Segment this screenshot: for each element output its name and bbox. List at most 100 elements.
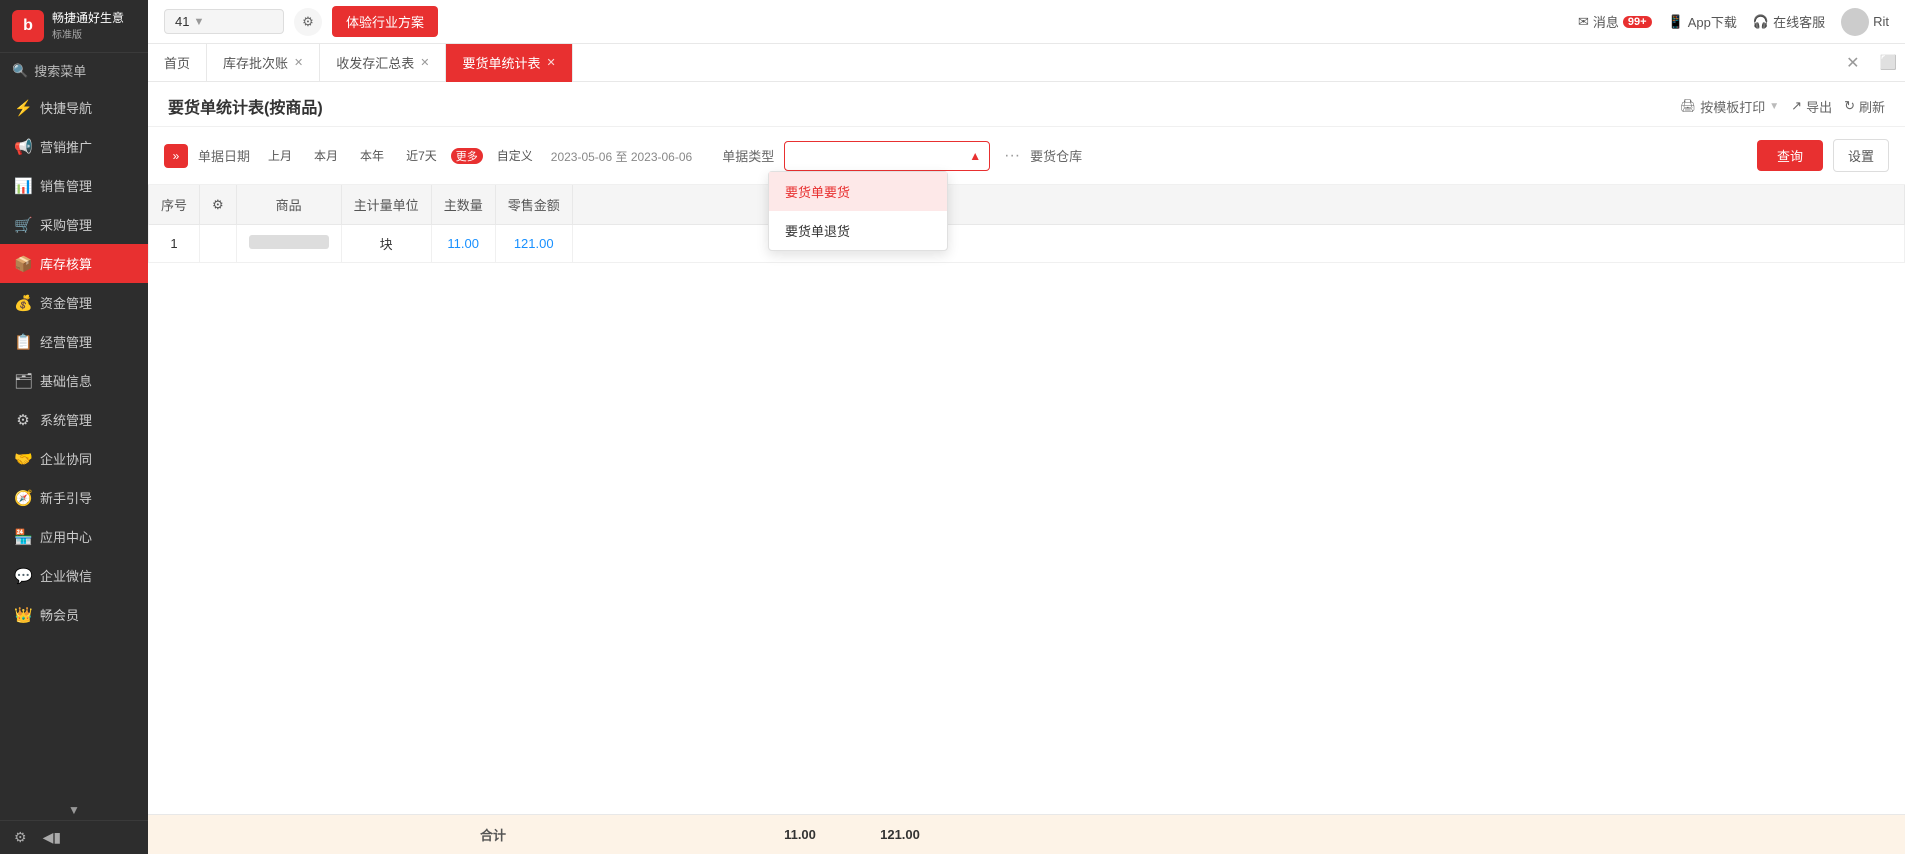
- sidebar-nav: ⚡ 快捷导航 📢 营销推广 📊 销售管理 🛒 采购管理 📦 库存核算 💰 资金管…: [0, 88, 148, 800]
- sidebar-item-operation[interactable]: 📋 经营管理: [0, 322, 148, 361]
- page-content: 要货单统计表(按商品) 🖨 按模板打印 ▼ ↗ 导出 ↻ 刷新: [148, 82, 1905, 854]
- sidebar-item-label: 应用中心: [40, 527, 92, 546]
- sales-icon: 📊: [14, 177, 32, 195]
- date-btn-last-month[interactable]: 上月: [260, 145, 300, 166]
- sidebar-item-label: 营销推广: [40, 137, 92, 156]
- sidebar-item-label: 系统管理: [40, 410, 92, 429]
- user-profile[interactable]: Rit: [1841, 8, 1889, 36]
- refresh-icon: ↻: [1844, 98, 1855, 114]
- tab-request-summary[interactable]: 要货单统计表 ✕: [446, 44, 572, 82]
- app-download-action[interactable]: 📱 App下载: [1668, 12, 1737, 31]
- tab-batch-stock-label: 库存批次账: [223, 53, 288, 72]
- type-select-wrapper[interactable]: ▲: [784, 141, 990, 171]
- dropdown-item-1[interactable]: 要货单退货: [769, 211, 947, 250]
- sidebar-item-system[interactable]: ⚙ 系统管理: [0, 400, 148, 439]
- sidebar-item-basic[interactable]: 🗂 基础信息: [0, 361, 148, 400]
- user-name: Rit: [1873, 14, 1889, 29]
- sidebar-item-vip[interactable]: 👑 畅会员: [0, 595, 148, 634]
- sidebar-item-label: 企业微信: [40, 566, 92, 585]
- app-name: 畅捷通好生意: [52, 11, 124, 27]
- sidebar-bottom: ⚙ ◀▮: [0, 820, 148, 854]
- col-amount: 零售金额: [495, 185, 572, 225]
- refresh-btn[interactable]: ↻ 刷新: [1844, 97, 1885, 116]
- dropdown-item-0[interactable]: 要货单要货: [769, 172, 947, 211]
- topbar-settings-btn[interactable]: ⚙: [294, 8, 322, 36]
- sidebar-item-quick-nav[interactable]: ⚡ 快捷导航: [0, 88, 148, 127]
- table-footer: 合计 11.00 121.00: [148, 814, 1905, 854]
- tab-batch-stock-close[interactable]: ✕: [294, 56, 303, 69]
- sidebar-item-label: 销售管理: [40, 176, 92, 195]
- collapse-icon[interactable]: ◀▮: [43, 829, 61, 846]
- tabbar-close-all[interactable]: ✕: [1834, 53, 1871, 73]
- export-btn[interactable]: ↗ 导出: [1791, 97, 1832, 116]
- print-btn[interactable]: 🖨 按模板打印 ▼: [1680, 97, 1779, 116]
- export-icon: ↗: [1791, 98, 1802, 114]
- type-select-input[interactable]: [793, 148, 969, 163]
- cell-index: 1: [149, 225, 200, 263]
- query-btn[interactable]: 查询: [1757, 140, 1823, 171]
- cell-product: [236, 225, 341, 263]
- filter-expand-btn[interactable]: »: [164, 144, 188, 168]
- tab-request-summary-close[interactable]: ✕: [547, 56, 556, 69]
- sidebar-scroll-down[interactable]: ▼: [0, 800, 148, 820]
- search-icon: 🔍: [12, 63, 28, 79]
- trial-btn[interactable]: 体验行业方案: [332, 6, 438, 37]
- more-date-badge[interactable]: 更多: [451, 148, 483, 164]
- filter-more-btn[interactable]: ···: [1004, 147, 1020, 165]
- tab-receive-summary-label: 收发存汇总表: [336, 53, 414, 72]
- sidebar-item-label: 企业协同: [40, 449, 92, 468]
- quick-nav-icon: ⚡: [14, 99, 32, 117]
- messages-action[interactable]: ✉ 消息 99+: [1578, 12, 1652, 31]
- sidebar-item-inventory[interactable]: 📦 库存核算: [0, 244, 148, 283]
- tab-receive-summary-close[interactable]: ✕: [420, 56, 429, 69]
- col-product: 商品: [236, 185, 341, 225]
- col-unit: 主计量单位: [341, 185, 431, 225]
- marketing-icon: 📢: [14, 138, 32, 156]
- system-icon: ⚙: [14, 411, 32, 429]
- sidebar-item-appstore[interactable]: 🏪 应用中心: [0, 517, 148, 556]
- date-label: 单据日期: [198, 146, 250, 165]
- sidebar-item-purchase[interactable]: 🛒 采购管理: [0, 205, 148, 244]
- sidebar-item-collab[interactable]: 🤝 企业协同: [0, 439, 148, 478]
- date-range-block: 2023-05-06 至 2023-06-06: [551, 146, 692, 165]
- date-btn-this-month[interactable]: 本月: [306, 145, 346, 166]
- operation-icon: 📋: [14, 333, 32, 351]
- col-settings[interactable]: ⚙: [200, 185, 237, 225]
- date-range-text: 2023-05-06 至 2023-06-06: [551, 148, 692, 165]
- sidebar-item-finance[interactable]: 💰 资金管理: [0, 283, 148, 322]
- quantity-link[interactable]: 11.00: [447, 236, 479, 251]
- cell-unit: 块: [341, 225, 431, 263]
- inventory-icon: 📦: [14, 255, 32, 273]
- date-shortcuts: 上月 本月 本年 近7天 更多 自定义: [260, 145, 541, 166]
- tab-receive-summary[interactable]: 收发存汇总表 ✕: [320, 44, 446, 82]
- sidebar-item-sales[interactable]: 📊 销售管理: [0, 166, 148, 205]
- col-quantity: 主数量: [431, 185, 495, 225]
- cell-settings: [200, 225, 237, 263]
- app-download-label: App下载: [1688, 12, 1737, 31]
- tabbar-expand[interactable]: ⬜: [1872, 54, 1905, 71]
- settings-icon[interactable]: ⚙: [14, 829, 27, 846]
- messages-label: 消息: [1593, 12, 1619, 31]
- app-sub: 标准版: [52, 26, 124, 41]
- tab-batch-stock[interactable]: 库存批次账 ✕: [207, 44, 320, 82]
- sidebar-logo: b 畅捷通好生意 标准版: [0, 0, 148, 53]
- print-label: 按模板打印: [1700, 97, 1765, 116]
- message-icon: ✉: [1578, 14, 1589, 30]
- date-btn-custom[interactable]: 自定义: [489, 145, 541, 166]
- settings-filter-btn[interactable]: 设置: [1833, 139, 1889, 172]
- online-service-action[interactable]: 🎧 在线客服: [1753, 12, 1825, 31]
- expand-icon: »: [173, 149, 180, 163]
- sidebar-search[interactable]: 🔍 搜索菜单: [0, 53, 148, 88]
- sidebar-item-wechat[interactable]: 💬 企业微信: [0, 556, 148, 595]
- sidebar-item-marketing[interactable]: 📢 营销推广: [0, 127, 148, 166]
- sidebar-item-label: 新手引导: [40, 488, 92, 507]
- page-title: 要货单统计表(按商品): [168, 94, 323, 118]
- date-btn-last7d[interactable]: 近7天: [398, 145, 445, 166]
- tab-home[interactable]: 首页: [148, 44, 207, 82]
- date-btn-this-year[interactable]: 本年: [352, 145, 392, 166]
- sidebar-item-guide[interactable]: 🧭 新手引导: [0, 478, 148, 517]
- export-label: 导出: [1806, 97, 1832, 116]
- amount-link[interactable]: 121.00: [514, 236, 554, 251]
- type-dropdown: 要货单要货 要货单退货: [768, 171, 948, 251]
- store-selector[interactable]: 41 ▼: [164, 9, 284, 34]
